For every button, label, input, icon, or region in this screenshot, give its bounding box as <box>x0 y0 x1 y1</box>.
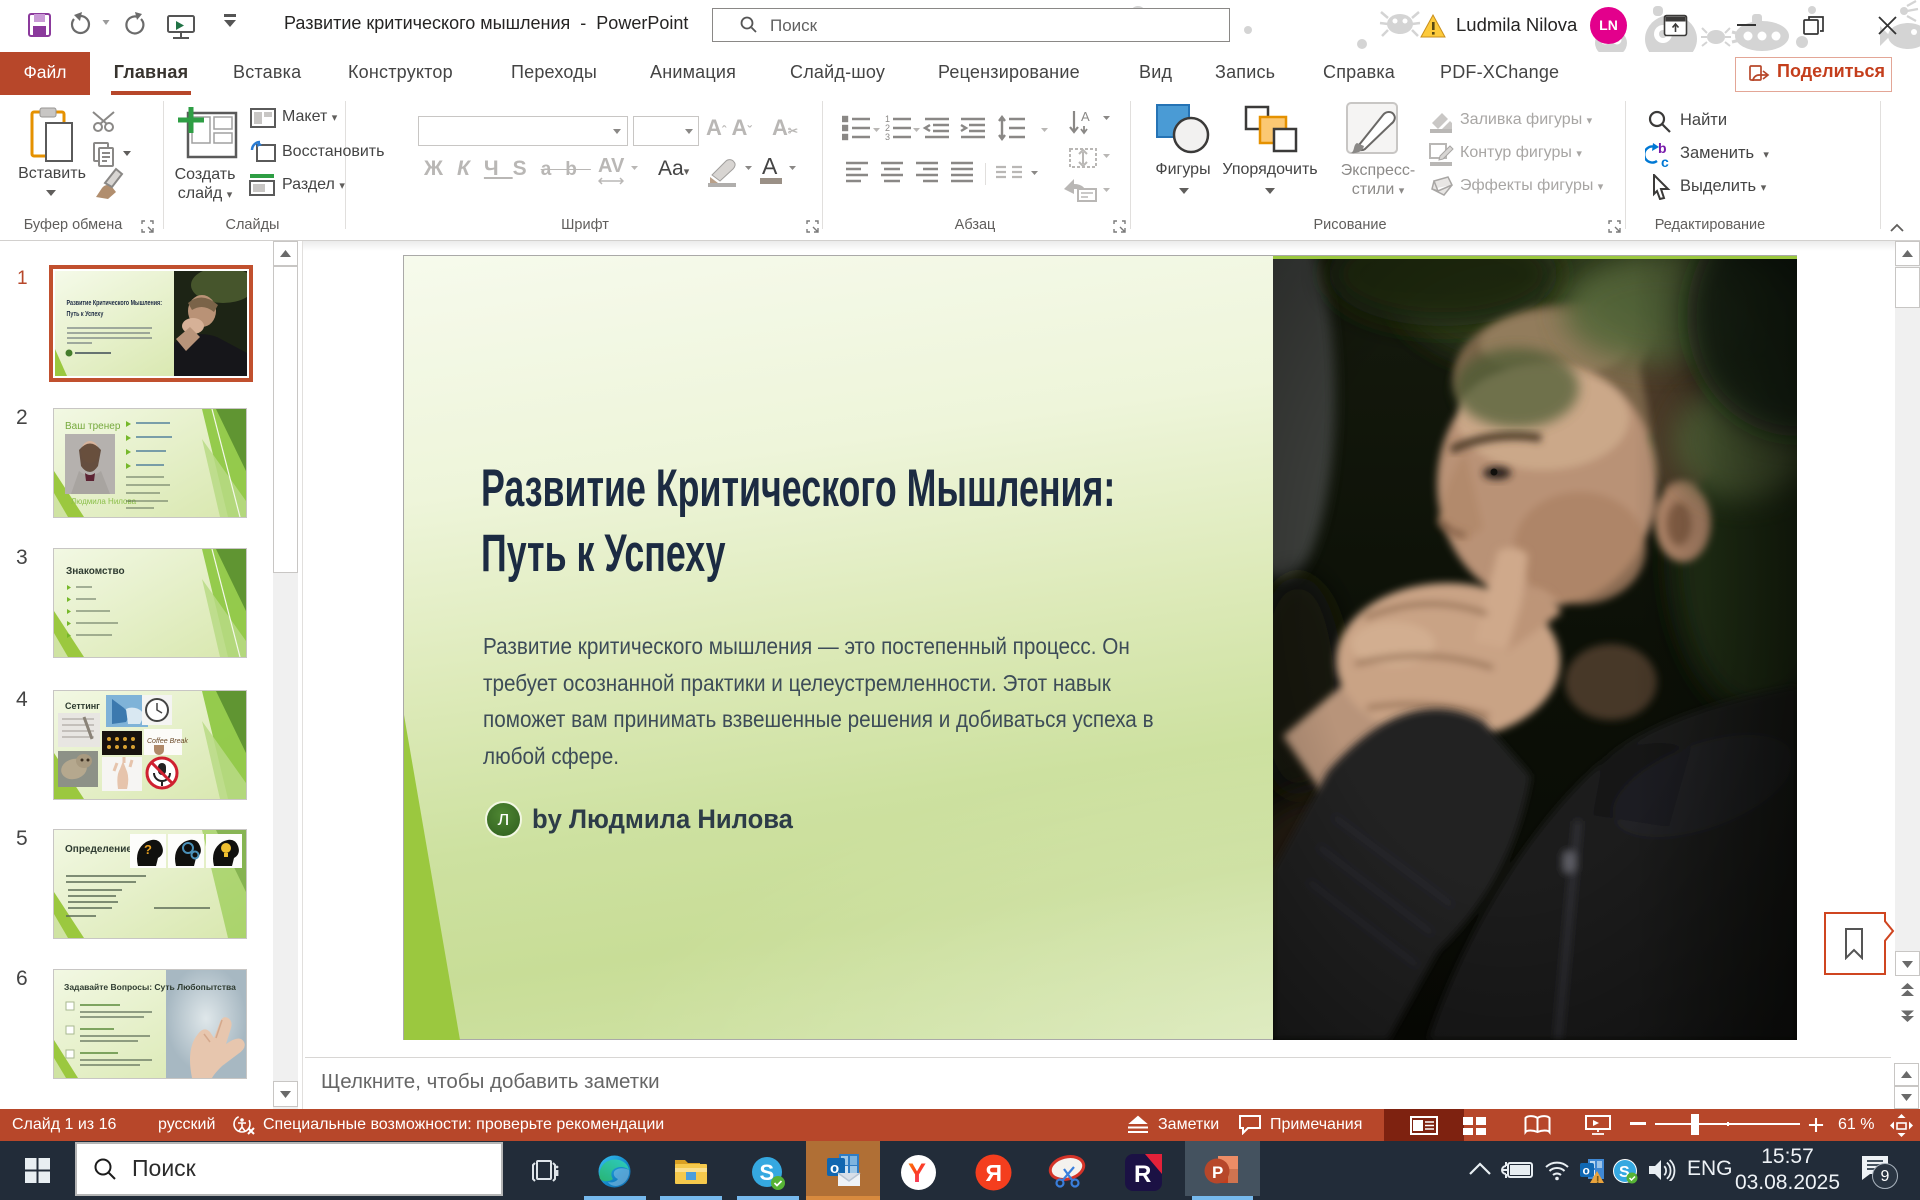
svg-text:Определение: Определение <box>65 844 132 855</box>
svg-text:R: R <box>1134 1161 1151 1188</box>
svg-text:P: P <box>1212 1163 1223 1182</box>
svg-text:Развитие Критического Мышления: Развитие Критического Мышления: <box>67 299 162 307</box>
svg-text:Задавайте Вопросы: Суть Любопы: Задавайте Вопросы: Суть Любопытства <box>64 982 236 992</box>
svg-text:c: c <box>1661 154 1669 169</box>
svg-text:Coffee Break: Coffee Break <box>147 738 188 745</box>
svg-text:Я: Я <box>986 1160 1003 1186</box>
svg-text:Ваш тренер: Ваш тренер <box>65 421 121 432</box>
svg-text:Путь к Успеху: Путь к Успеху <box>67 310 104 318</box>
svg-text:Y: Y <box>908 1158 926 1188</box>
svg-text:Знакомство: Знакомство <box>66 566 125 577</box>
svg-text:Сеттинг: Сеттинг <box>65 701 100 711</box>
svg-text:o: o <box>830 1160 839 1177</box>
svg-text:3: 3 <box>885 132 890 142</box>
svg-text:?: ? <box>144 842 152 857</box>
svg-text:o: o <box>1583 1164 1590 1178</box>
svg-text:А: А <box>1081 109 1090 124</box>
